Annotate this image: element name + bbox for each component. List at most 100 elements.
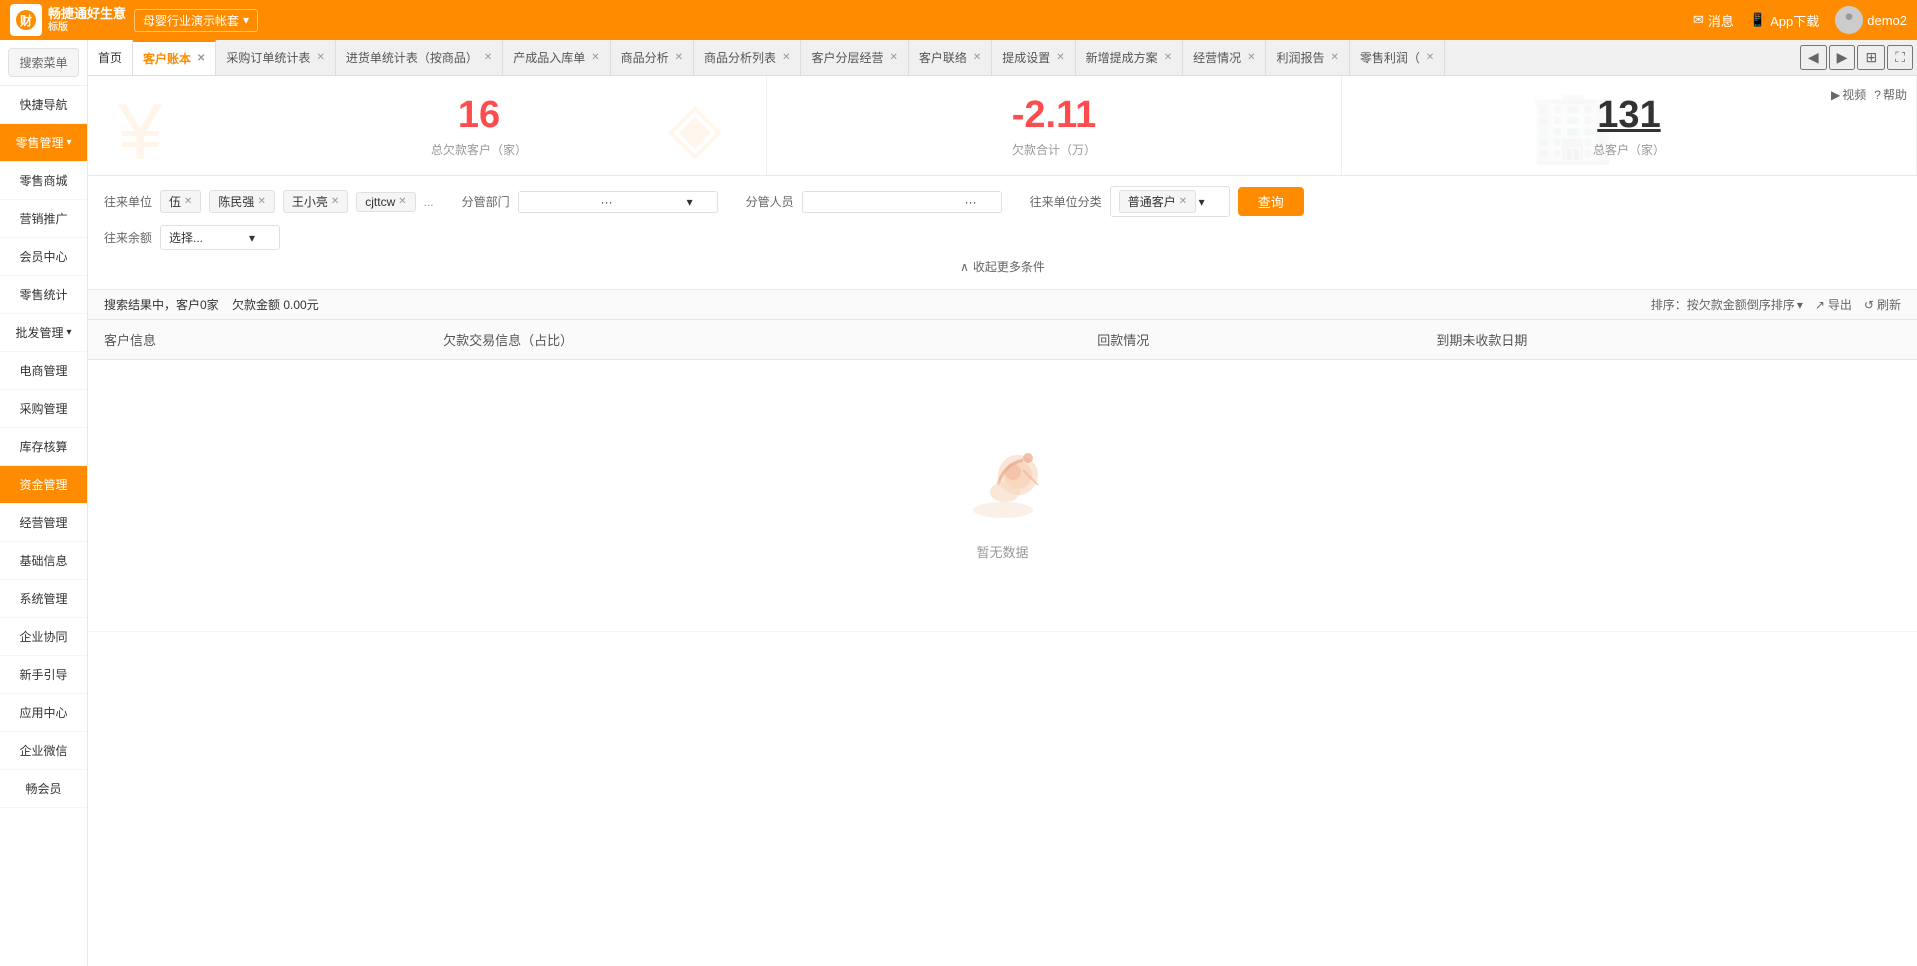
close-icon-9[interactable]: ✕ [1056,52,1064,63]
filter-area: 往来单位 伍 ✕ 陈民强 ✕ 王小亮 ✕ cjttcw [88,176,1917,290]
tab-operations-status[interactable]: 经营情况 ✕ [1183,40,1266,76]
user-profile-btn[interactable]: demo2 [1835,6,1907,34]
category-tag-close[interactable]: ✕ [1179,196,1187,207]
filter-tag-3-close[interactable]: ✕ [331,196,339,207]
tab-prev-btn[interactable]: ◀ [1800,45,1827,70]
tab-next-btn[interactable]: ▶ [1829,45,1856,70]
stat-actions: ▶ 视频 ? 帮助 [1831,86,1907,103]
filter-row-2: 往来余额 选择... ▾ [104,225,1901,250]
close-icon-3[interactable]: ✕ [484,52,492,63]
tab-promotion-settings[interactable]: 提成设置 ✕ [992,40,1075,76]
collapse-btn[interactable]: ∧ 收起更多条件 [960,258,1045,275]
close-icon-10[interactable]: ✕ [1164,52,1172,63]
person-select[interactable]: ··· [802,191,1002,213]
sidebar-item-retail-mgmt[interactable]: 零售管理 ▾ [0,124,87,162]
refresh-btn[interactable]: ↺ 刷新 [1864,296,1901,313]
tab-accounts-receivable[interactable]: 客户账本 ✕ [133,40,216,76]
filter-tag-3[interactable]: 王小亮 ✕ [283,190,348,213]
tab-product-analysis-list[interactable]: 商品分析列表 ✕ [694,40,801,76]
close-icon-11[interactable]: ✕ [1247,52,1255,63]
filter-tag-2-close[interactable]: ✕ [257,196,265,207]
filter-more-tags[interactable]: ... [424,195,434,209]
dept-select[interactable]: ··· ▾ [518,191,718,213]
search-btn[interactable]: 查询 [1238,187,1304,216]
tab-accounts-receivable-label: 客户账本 [143,50,191,67]
sidebar-item-system[interactable]: 系统管理 [0,580,87,618]
tab-product-analysis[interactable]: 商品分析 ✕ [611,40,694,76]
tab-product-analysis-label: 商品分析 [621,49,669,66]
sidebar-item-vip[interactable]: 畅会员 [0,770,87,808]
dept-select-ellipsis: ··· [601,195,613,209]
close-icon-6[interactable]: ✕ [782,52,790,63]
filter-tag-1-close[interactable]: ✕ [184,196,192,207]
sidebar-item-purchase[interactable]: 采购管理 [0,390,87,428]
sidebar-item-quick-nav[interactable]: 快捷导航 [0,86,87,124]
tab-new-promotion-plan[interactable]: 新增提成方案 ✕ [1076,40,1183,76]
filter-tag-4[interactable]: cjttcw ✕ [356,192,415,212]
tab-product-analysis-list-label: 商品分析列表 [704,49,776,66]
sidebar-item-appcenter[interactable]: 应用中心 [0,694,87,732]
close-icon-5[interactable]: ✕ [675,52,683,63]
close-icon-7[interactable]: ✕ [889,52,897,63]
table-container: 客户信息 欠款交易信息（占比） 回款情况 到期未收款日期 [88,320,1917,966]
help-btn[interactable]: ? 帮助 [1874,86,1907,103]
close-icon-8[interactable]: ✕ [973,52,981,63]
tab-customer-contact[interactable]: 客户联络 ✕ [909,40,992,76]
tab-home[interactable]: 首页 [88,40,133,76]
tab-product-purchase-entry[interactable]: 产成品入库单 ✕ [503,40,610,76]
balance-label: 往来余额 [104,229,152,246]
message-btn[interactable]: ✉ 消息 [1693,11,1734,30]
close-icon-13[interactable]: ✕ [1426,52,1434,63]
tab-purchase-order-stats[interactable]: 采购订单统计表 ✕ [216,40,335,76]
empty-cell: 暂无数据 [88,360,1917,632]
sidebar-item-newbie[interactable]: 新手引导 [0,656,87,694]
data-table: 客户信息 欠款交易信息（占比） 回款情况 到期未收款日期 [88,320,1917,632]
filter-tag-1[interactable]: 伍 ✕ [160,190,201,213]
sidebar-item-ecommerce[interactable]: 电商管理 [0,352,87,390]
avatar [1835,6,1863,34]
top-bar: 财 畅捷通好生意 标版 母婴行业演示帐套 ▾ ✉ 消息 📱 App下载 [0,0,1917,40]
app-download-label: App下载 [1770,11,1819,30]
sidebar-item-member-center[interactable]: 会员中心 [0,238,87,276]
tab-fullscreen-btn[interactable]: ⛶ [1887,45,1913,70]
video-btn[interactable]: ▶ 视频 [1831,86,1866,103]
sidebar-item-wecom[interactable]: 企业微信 [0,732,87,770]
filter-tag-2[interactable]: 陈民强 ✕ [209,190,274,213]
category-tag[interactable]: 普通客户 ✕ [1119,190,1196,213]
tab-expand-btn[interactable]: ⊞ [1857,45,1885,70]
export-btn[interactable]: ↗ 导出 [1815,296,1852,313]
sidebar-item-inventory[interactable]: 库存核算 [0,428,87,466]
sidebar-item-enterprise[interactable]: 企业协同 [0,618,87,656]
logo-text: 畅捷通好生意 [48,6,126,22]
search-menu-btn[interactable]: 搜索菜单 [8,48,79,77]
account-selector[interactable]: 母婴行业演示帐套 ▾ [134,9,258,32]
refresh-icon: ↺ [1864,298,1874,312]
sidebar-item-retail-stats[interactable]: 零售统计 [0,276,87,314]
results-info: 搜索结果中，客户0家 欠款金额 0.00元 [104,296,319,313]
help-icon: ? [1874,88,1881,102]
sidebar-item-wholesale-mgmt[interactable]: 批发管理 ▾ [0,314,87,352]
close-icon-4[interactable]: ✕ [591,52,599,63]
tab-profit-report[interactable]: 利润报告 ✕ [1266,40,1349,76]
message-label: 消息 [1708,11,1734,30]
sidebar-item-marketing[interactable]: 营销推广 [0,200,87,238]
category-select[interactable]: 普通客户 ✕ ▾ [1110,186,1230,217]
sidebar-item-finance[interactable]: 资金管理 [0,466,87,504]
tab-retail-profit[interactable]: 零售利润（ ✕ [1350,40,1445,76]
sidebar-item-basics[interactable]: 基础信息 [0,542,87,580]
tab-customer-segmentation[interactable]: 客户分层经营 ✕ [801,40,908,76]
close-icon-1[interactable]: ✕ [197,53,205,64]
balance-select[interactable]: 选择... ▾ [160,225,280,250]
tab-purchase-stats-by-product[interactable]: 进货单统计表（按商品） ✕ [336,40,503,76]
tab-customer-contact-label: 客户联络 [919,49,967,66]
app-download-btn[interactable]: 📱 App下载 [1750,11,1819,30]
close-icon-12[interactable]: ✕ [1331,52,1339,63]
person-select-ellipsis: ··· [965,195,977,209]
sidebar-item-retail-mall[interactable]: 零售商城 [0,162,87,200]
close-icon-2[interactable]: ✕ [316,52,324,63]
sort-arrow-icon: ▾ [1797,298,1803,312]
sort-selector[interactable]: 排序：按欠款金额倒序排序 ▾ [1651,296,1803,313]
sidebar-item-operations[interactable]: 经营管理 [0,504,87,542]
filter-tag-4-close[interactable]: ✕ [398,196,406,207]
empty-text: 暂无数据 [976,542,1028,561]
